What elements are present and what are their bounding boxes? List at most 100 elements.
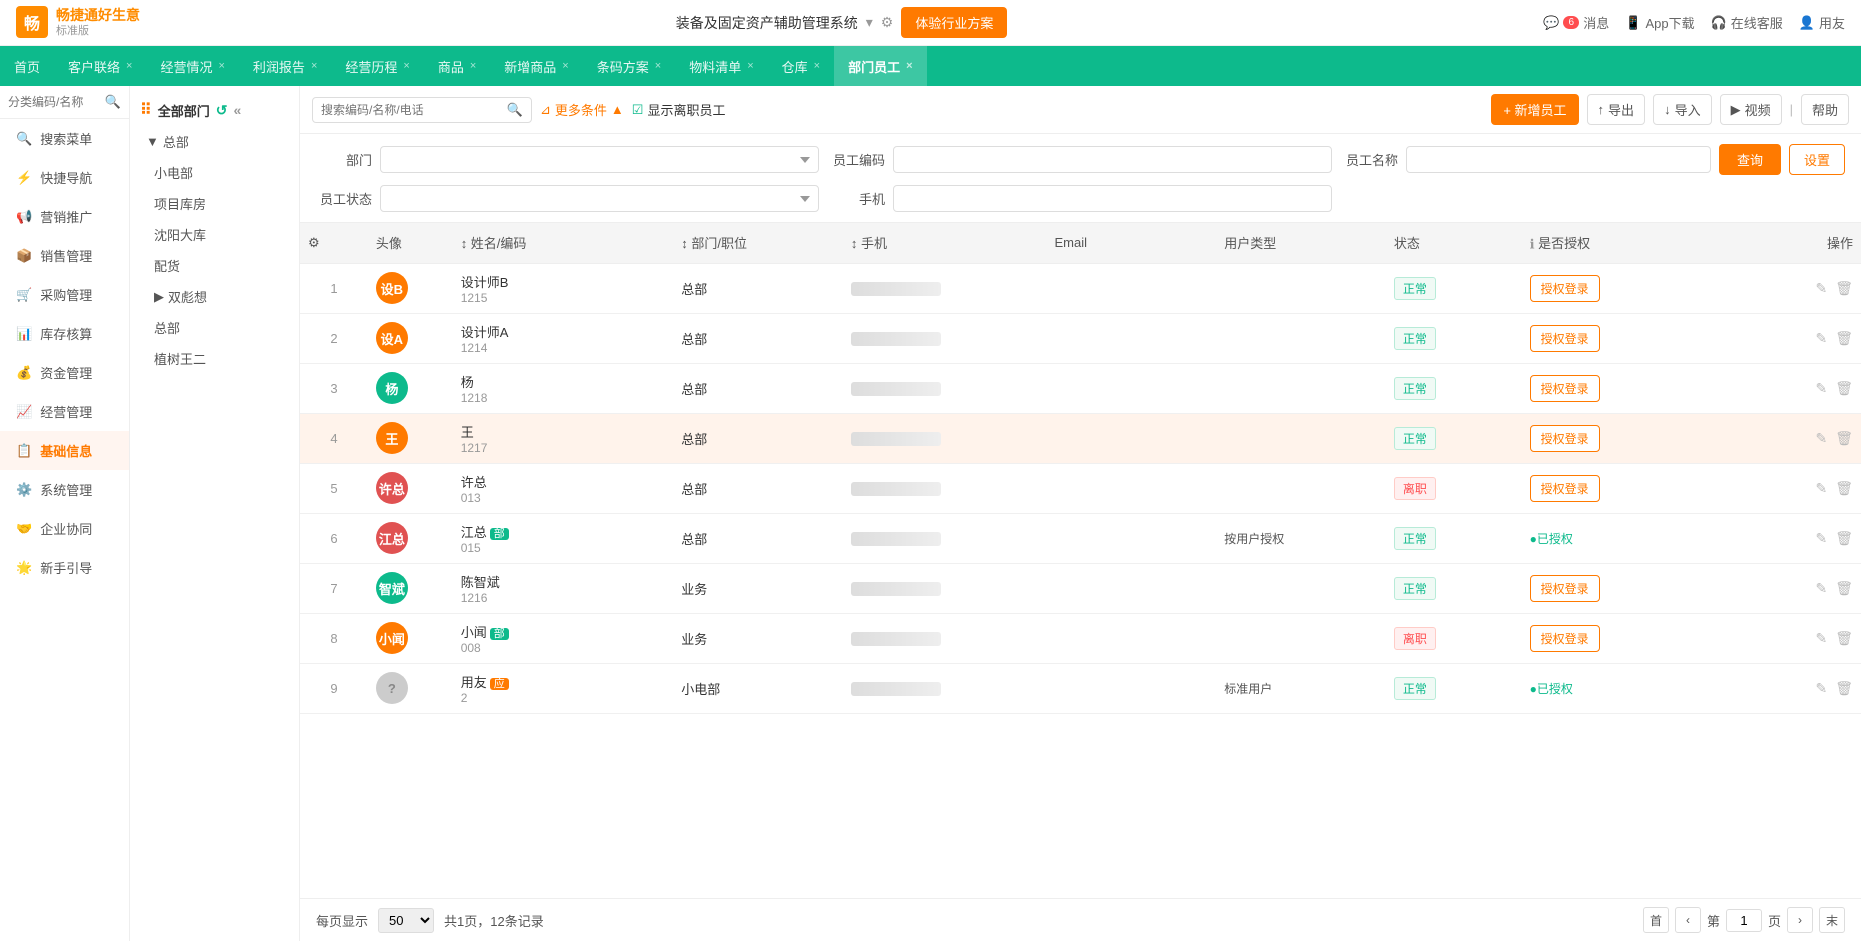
import-button[interactable]: ↓ 导入 <box>1653 94 1712 125</box>
message-icon-area[interactable]: 💬 6 消息 <box>1543 13 1609 32</box>
close-icon[interactable]: × <box>655 60 661 72</box>
sidebar-item-search[interactable]: 🔍 搜索菜单 <box>0 119 129 158</box>
authorize-button[interactable]: 授权登录 <box>1530 375 1600 402</box>
close-icon[interactable]: × <box>562 60 568 72</box>
refresh-icon[interactable]: ↺ <box>216 102 228 119</box>
close-icon[interactable]: × <box>814 60 820 72</box>
close-icon[interactable]: × <box>311 60 317 72</box>
show-resigned-toggle[interactable]: ☑ 显示离职员工 <box>632 100 726 119</box>
authorize-button[interactable]: 授权登录 <box>1530 275 1600 302</box>
close-icon[interactable]: × <box>906 60 912 72</box>
prev-page-button[interactable]: ‹ <box>1675 907 1701 933</box>
th-name[interactable]: ↕ 姓名/编码 <box>453 223 674 263</box>
empcode-filter-input[interactable] <box>893 146 1332 173</box>
close-icon[interactable]: × <box>403 60 409 72</box>
search-button[interactable]: 查询 <box>1719 144 1781 175</box>
edit-icon[interactable]: ✎ <box>1815 430 1827 447</box>
sidebar-item-guide[interactable]: 🌟 新手引导 <box>0 548 129 587</box>
dropdown-arrow-icon[interactable]: ▾ <box>866 14 873 31</box>
delete-icon[interactable]: 🗑 <box>1835 430 1853 447</box>
help-button[interactable]: 帮助 <box>1801 94 1849 125</box>
close-icon[interactable]: × <box>218 60 224 72</box>
edit-icon[interactable]: ✎ <box>1815 480 1827 497</box>
authorize-button[interactable]: 授权登录 <box>1530 575 1600 602</box>
trial-button[interactable]: 体验行业方案 <box>901 7 1007 38</box>
th-dept[interactable]: ↕ 部门/职位 <box>673 223 843 263</box>
edit-icon[interactable]: ✎ <box>1815 330 1827 347</box>
phone-filter-input[interactable] <box>893 185 1332 212</box>
page-input[interactable] <box>1726 909 1762 932</box>
export-button[interactable]: ↑ 导出 <box>1587 94 1646 125</box>
delete-icon[interactable]: 🗑 <box>1835 480 1853 497</box>
set-button[interactable]: 设置 <box>1789 144 1845 175</box>
close-icon[interactable]: × <box>747 60 753 72</box>
view-button[interactable]: ▶ 视频 <box>1720 94 1782 125</box>
nav-tab-bom[interactable]: 物料清单 × <box>675 46 767 86</box>
more-filter-btn[interactable]: ⊿ 更多条件 ▲ <box>540 100 624 119</box>
delete-icon[interactable]: 🗑 <box>1835 630 1853 647</box>
nav-tab-goods[interactable]: 商品 × <box>424 46 490 86</box>
delete-icon[interactable]: 🗑 <box>1835 680 1853 697</box>
search-input[interactable] <box>321 103 501 117</box>
last-page-button[interactable]: 末 <box>1819 907 1845 933</box>
sidebar-item-system[interactable]: ⚙️ 系统管理 <box>0 470 129 509</box>
sidebar-item-nav[interactable]: ⚡ 快捷导航 <box>0 158 129 197</box>
th-phone[interactable]: ↕ 手机 <box>843 223 1047 263</box>
status-filter-select[interactable] <box>380 185 819 212</box>
edit-icon[interactable]: ✎ <box>1815 380 1827 397</box>
dept-item-head[interactable]: 总部 <box>130 312 299 343</box>
add-employee-button[interactable]: + 新增员工 <box>1491 94 1578 125</box>
online-service-btn[interactable]: 🎧 在线客服 <box>1711 13 1783 32</box>
dept-filter-select[interactable] <box>380 146 819 173</box>
close-icon[interactable]: × <box>470 60 476 72</box>
edit-icon[interactable]: ✎ <box>1815 280 1827 297</box>
sidebar-item-management[interactable]: 📈 经营管理 <box>0 392 129 431</box>
sidebar-item-collab[interactable]: 🤝 企业协同 <box>0 509 129 548</box>
info-icon[interactable]: ℹ <box>1530 237 1535 252</box>
nav-tab-department[interactable]: 部门员工 × <box>834 46 926 86</box>
sidebar-item-basic[interactable]: 📋 基础信息 <box>0 431 129 470</box>
edit-icon[interactable]: ✎ <box>1815 580 1827 597</box>
app-download-btn[interactable]: 📱 App下载 <box>1625 13 1694 32</box>
edit-icon[interactable]: ✎ <box>1815 680 1827 697</box>
authorize-button[interactable]: 授权登录 <box>1530 625 1600 652</box>
dept-item-headquarters[interactable]: ▼ 总部 <box>130 126 299 157</box>
nav-tab-profit[interactable]: 利润报告 × <box>239 46 331 86</box>
sidebar-item-inventory[interactable]: 📊 库存核算 <box>0 314 129 353</box>
nav-tab-new-goods[interactable]: 新增商品 × <box>490 46 582 86</box>
sidebar-item-finance[interactable]: 💰 资金管理 <box>0 353 129 392</box>
gear-btn[interactable]: ⚙ <box>881 14 894 31</box>
dept-item-shuangbiao[interactable]: ▶ 双彪想 <box>130 281 299 312</box>
dept-item-shenyang[interactable]: 沈阳大库 <box>130 219 299 250</box>
nav-tab-home[interactable]: 首页 <box>0 46 54 86</box>
delete-icon[interactable]: 🗑 <box>1835 380 1853 397</box>
dept-item-distribution[interactable]: 配货 <box>130 250 299 281</box>
dept-item-planting[interactable]: 植树王二 <box>130 343 299 374</box>
nav-tab-history[interactable]: 经营历程 × <box>331 46 423 86</box>
authorize-button[interactable]: 授权登录 <box>1530 475 1600 502</box>
sidebar-item-sales[interactable]: 📦 销售管理 <box>0 236 129 275</box>
sidebar-item-purchase[interactable]: 🛒 采购管理 <box>0 275 129 314</box>
nav-tab-barcode[interactable]: 条码方案 × <box>583 46 675 86</box>
authorize-button[interactable]: 授权登录 <box>1530 425 1600 452</box>
next-page-button[interactable]: › <box>1787 907 1813 933</box>
delete-icon[interactable]: 🗑 <box>1835 330 1853 347</box>
dept-item-small-electric[interactable]: 小电部 <box>130 157 299 188</box>
sidebar-item-marketing[interactable]: 📢 营销推广 <box>0 197 129 236</box>
collapse-icon[interactable]: « <box>233 102 241 118</box>
close-icon[interactable]: × <box>126 60 132 72</box>
nav-tab-customer[interactable]: 客户联络 × <box>54 46 146 86</box>
nav-tab-operation[interactable]: 经营情况 × <box>146 46 238 86</box>
edit-icon[interactable]: ✎ <box>1815 630 1827 647</box>
delete-icon[interactable]: 🗑 <box>1835 580 1853 597</box>
delete-icon[interactable]: 🗑 <box>1835 280 1853 297</box>
per-page-select[interactable]: 50 100 <box>378 908 434 933</box>
nav-tab-warehouse[interactable]: 仓库 × <box>768 46 834 86</box>
delete-icon[interactable]: 🗑 <box>1835 530 1853 547</box>
th-settings[interactable]: ⚙ <box>300 223 368 263</box>
first-page-button[interactable]: 首 <box>1643 907 1669 933</box>
user-menu[interactable]: 👤 用友 <box>1799 13 1845 32</box>
authorize-button[interactable]: 授权登录 <box>1530 325 1600 352</box>
sidebar-search-input[interactable] <box>8 95 99 109</box>
empname-filter-input[interactable] <box>1406 146 1711 173</box>
